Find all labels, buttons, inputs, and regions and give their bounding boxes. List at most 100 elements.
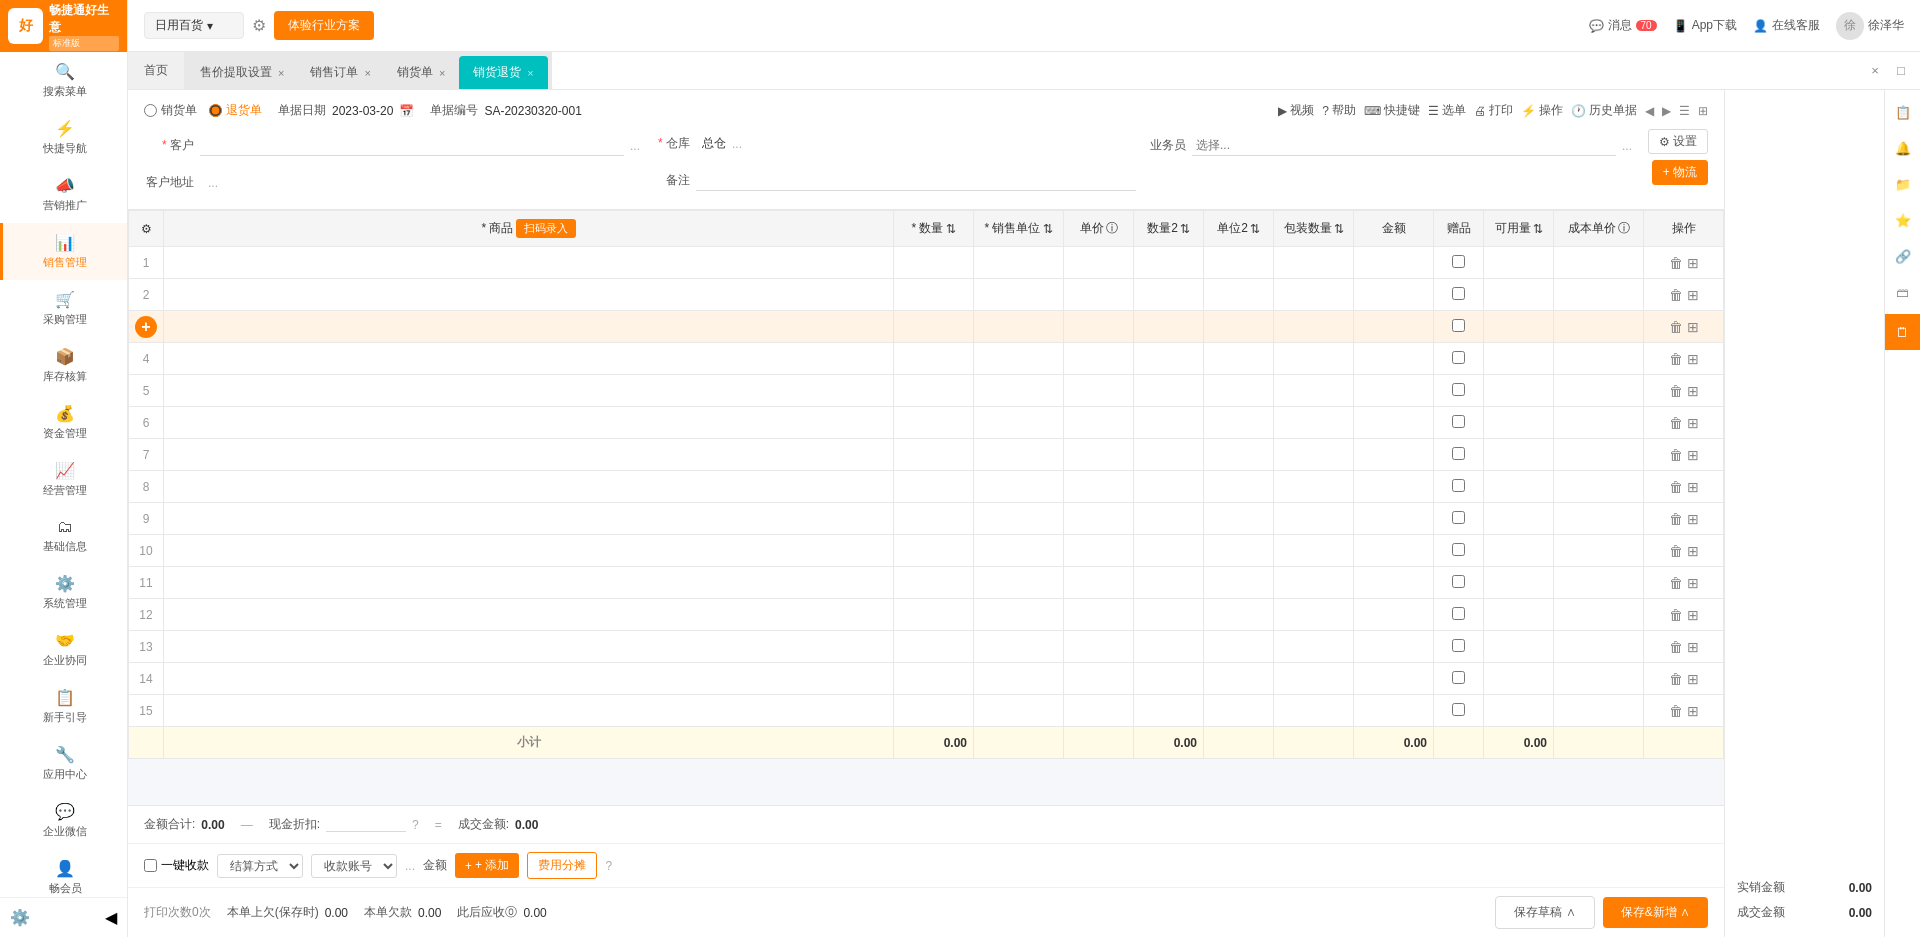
- packqty-cell[interactable]: [1274, 247, 1354, 279]
- history-nav-next[interactable]: ▶: [1662, 104, 1671, 118]
- unit2-cell[interactable]: [1204, 279, 1274, 311]
- window-maximize-btn[interactable]: □: [1890, 60, 1912, 82]
- unit-cell[interactable]: [974, 599, 1064, 631]
- unit2-cell[interactable]: [1204, 567, 1274, 599]
- calendar-icon[interactable]: 📅: [399, 104, 414, 118]
- copy-row-btn[interactable]: ⊞: [1687, 479, 1699, 495]
- amount-cell[interactable]: [1354, 439, 1434, 471]
- copy-row-btn[interactable]: ⊞: [1687, 543, 1699, 559]
- available-cell[interactable]: [1484, 311, 1554, 343]
- price-cell[interactable]: [1064, 503, 1134, 535]
- messages-btn[interactable]: 💬 消息 70: [1589, 17, 1657, 34]
- unit2-cell[interactable]: [1204, 471, 1274, 503]
- packqty-cell[interactable]: [1274, 375, 1354, 407]
- staff-input[interactable]: [1192, 135, 1616, 156]
- copy-row-btn[interactable]: ⊞: [1687, 319, 1699, 335]
- user-avatar[interactable]: 徐 徐泽华: [1836, 12, 1904, 40]
- tab-salesorder-close-icon[interactable]: ×: [364, 67, 370, 79]
- product-cell[interactable]: [164, 695, 894, 727]
- unit2-cell[interactable]: [1204, 631, 1274, 663]
- cost-cell[interactable]: [1554, 439, 1644, 471]
- amount-cell[interactable]: [1354, 311, 1434, 343]
- amount-cell[interactable]: [1354, 343, 1434, 375]
- onepay-check[interactable]: [144, 859, 157, 872]
- sidebar-item-guide[interactable]: 📋新手引导: [0, 678, 127, 735]
- product-cell[interactable]: [164, 407, 894, 439]
- unit2-cell[interactable]: [1204, 599, 1274, 631]
- gift-cell[interactable]: [1434, 375, 1484, 407]
- tab-salesorder[interactable]: 销售订单 ×: [298, 56, 382, 89]
- product-cell[interactable]: [164, 247, 894, 279]
- qty-cell[interactable]: [894, 407, 974, 439]
- qty-cell[interactable]: [894, 695, 974, 727]
- gift-check[interactable]: [1452, 511, 1465, 524]
- add-row-btn[interactable]: +: [135, 316, 157, 338]
- unit-cell[interactable]: [974, 631, 1064, 663]
- sidebar-settings-icon[interactable]: ⚙️: [10, 908, 30, 927]
- amount-cell[interactable]: [1354, 631, 1434, 663]
- cost-cell[interactable]: [1554, 343, 1644, 375]
- gift-check[interactable]: [1452, 351, 1465, 364]
- available-cell[interactable]: [1484, 439, 1554, 471]
- available-cell[interactable]: [1484, 535, 1554, 567]
- sidebar-item-search[interactable]: 🔍搜索菜单: [0, 52, 127, 109]
- unit-cell[interactable]: [974, 535, 1064, 567]
- available-cell[interactable]: [1484, 663, 1554, 695]
- qty2-cell[interactable]: [1134, 407, 1204, 439]
- copy-row-btn[interactable]: ⊞: [1687, 415, 1699, 431]
- history-btn[interactable]: 🕐 历史单据: [1571, 102, 1637, 119]
- warehouse-dots[interactable]: ...: [732, 137, 742, 151]
- sidebar-item-appstore[interactable]: 🔧应用中心: [0, 735, 127, 792]
- gift-check[interactable]: [1452, 639, 1465, 652]
- copy-row-btn[interactable]: ⊞: [1687, 383, 1699, 399]
- delete-row-btn[interactable]: 🗑: [1669, 671, 1683, 687]
- available-cell[interactable]: [1484, 407, 1554, 439]
- cost-cell[interactable]: [1554, 375, 1644, 407]
- qty2-cell[interactable]: [1134, 535, 1204, 567]
- packqty-cell[interactable]: [1274, 695, 1354, 727]
- product-cell[interactable]: [164, 567, 894, 599]
- delete-row-btn[interactable]: 🗑: [1669, 255, 1683, 271]
- tab-home[interactable]: 首页: [128, 52, 184, 89]
- qty-cell[interactable]: [894, 567, 974, 599]
- view-list-icon[interactable]: ☰: [1679, 104, 1690, 118]
- sidebar-collapse-icon[interactable]: ◀: [105, 908, 117, 927]
- qty2-cell[interactable]: [1134, 343, 1204, 375]
- product-cell[interactable]: [164, 663, 894, 695]
- qty-cell[interactable]: [894, 311, 974, 343]
- copy-row-btn[interactable]: ⊞: [1687, 447, 1699, 463]
- radio-return[interactable]: 退货单: [209, 102, 262, 119]
- price-cell[interactable]: [1064, 599, 1134, 631]
- delete-row-btn[interactable]: 🗑: [1669, 639, 1683, 655]
- price-cell[interactable]: [1064, 567, 1134, 599]
- settings-btn[interactable]: ⚙ 设置: [1648, 129, 1708, 154]
- cost-cell[interactable]: [1554, 695, 1644, 727]
- copy-row-btn[interactable]: ⊞: [1687, 671, 1699, 687]
- packqty-cell[interactable]: [1274, 279, 1354, 311]
- gift-check[interactable]: [1452, 319, 1465, 332]
- gift-cell[interactable]: [1434, 247, 1484, 279]
- amount-cell[interactable]: [1354, 599, 1434, 631]
- gift-check[interactable]: [1452, 703, 1465, 716]
- packqty-cell[interactable]: [1274, 439, 1354, 471]
- cost-cell[interactable]: [1554, 407, 1644, 439]
- price-cell[interactable]: [1064, 663, 1134, 695]
- unit-cell[interactable]: [974, 247, 1064, 279]
- cost-info-icon[interactable]: ⓘ: [1618, 220, 1630, 237]
- product-cell[interactable]: [164, 375, 894, 407]
- delete-row-btn[interactable]: 🗑: [1669, 511, 1683, 527]
- qty-cell[interactable]: [894, 631, 974, 663]
- qty-cell[interactable]: [894, 375, 974, 407]
- gift-check[interactable]: [1452, 383, 1465, 396]
- price-cell[interactable]: [1064, 535, 1134, 567]
- amount-cell[interactable]: [1354, 663, 1434, 695]
- help-btn[interactable]: ? 帮助: [1322, 102, 1356, 119]
- video-btn[interactable]: ▶ 视频: [1278, 102, 1314, 119]
- packqty-cell[interactable]: [1274, 599, 1354, 631]
- product-cell[interactable]: [164, 343, 894, 375]
- qty-cell[interactable]: [894, 279, 974, 311]
- gift-check[interactable]: [1452, 415, 1465, 428]
- qty2-cell[interactable]: [1134, 599, 1204, 631]
- right-panel-btn-0[interactable]: 📋: [1889, 98, 1917, 126]
- gift-cell[interactable]: [1434, 631, 1484, 663]
